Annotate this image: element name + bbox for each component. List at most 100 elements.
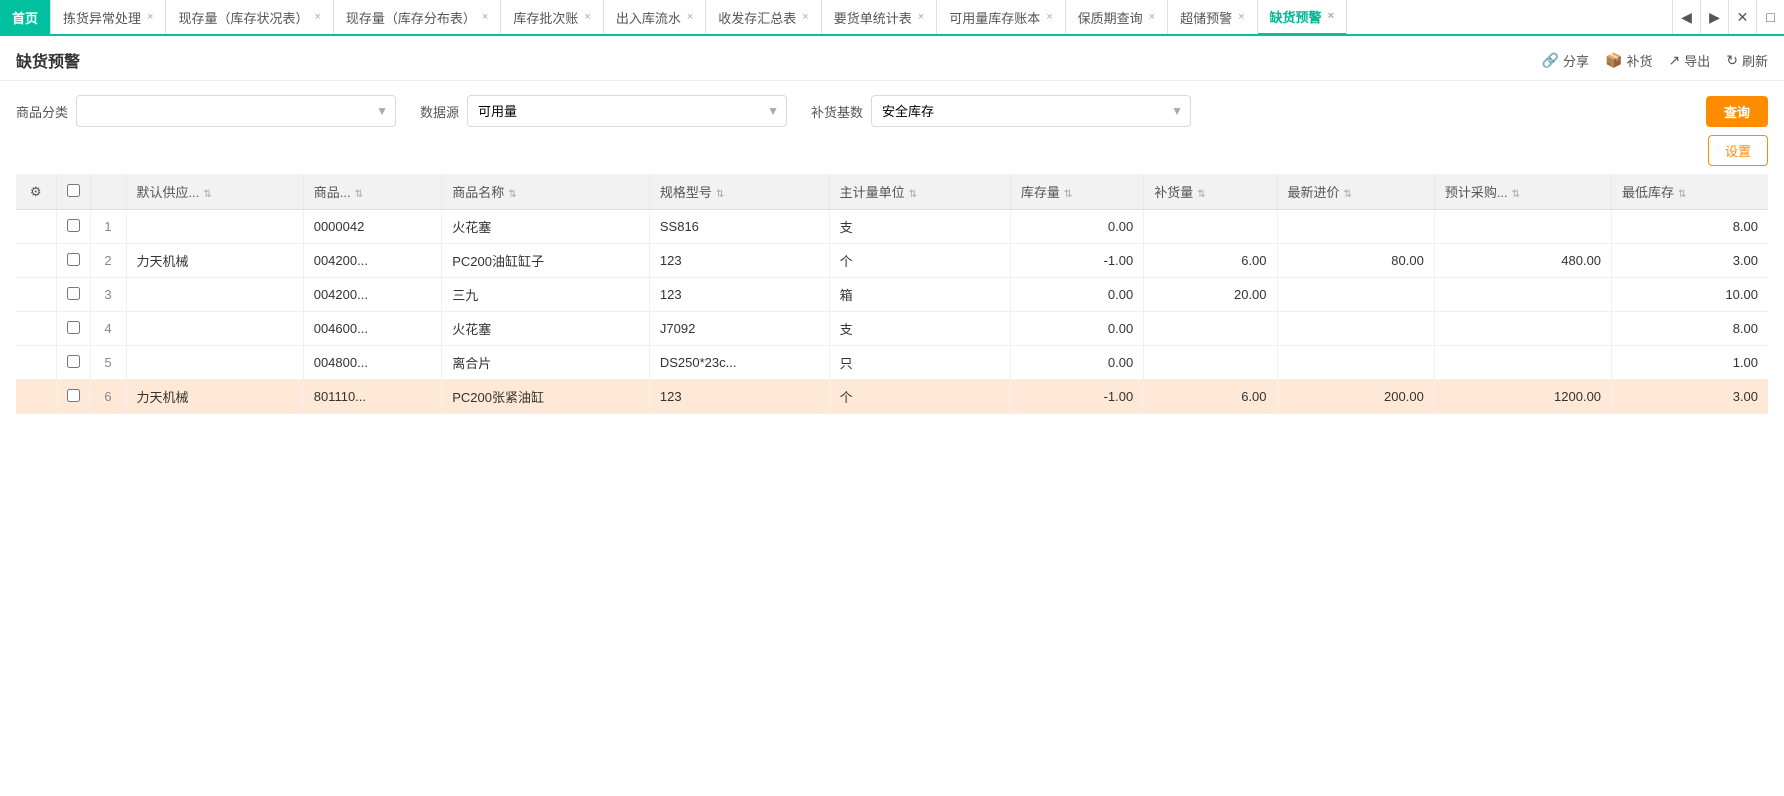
checkbox-input-3[interactable]: [67, 321, 80, 334]
share-button[interactable]: 🔗 分享: [1542, 51, 1589, 70]
sort-icon-stock: ⇅: [1064, 189, 1072, 200]
tab-collect_summary[interactable]: 收发存汇总表 ×: [706, 0, 821, 35]
tab-prev-button[interactable]: ◀: [1672, 0, 1700, 35]
cell-stock_qty-1: -1.00: [1010, 244, 1143, 278]
tab-nav-buttons: ◀ ▶ ✕ □: [1672, 0, 1784, 35]
sort-icon-spec: ⇅: [716, 189, 724, 200]
cell-product_code-1: 004200...: [303, 244, 442, 278]
table-container: ⚙ 默认供应...⇅ 商品...⇅ 商品名称⇅ 规格型号⇅ 主计量单位⇅ 库存量…: [0, 174, 1784, 430]
row-checkbox-4[interactable]: [56, 346, 90, 380]
share-icon: 🔗: [1542, 52, 1559, 69]
tab-maximize-button[interactable]: □: [1756, 0, 1784, 35]
row-checkbox-0[interactable]: [56, 210, 90, 244]
tab-stock_dist[interactable]: 现存量（库存分布表） ×: [334, 0, 501, 35]
cell-latest_price-5: 200.00: [1277, 380, 1434, 414]
export-icon: ↗: [1669, 52, 1681, 69]
cell-est_purchase-4: [1434, 346, 1611, 380]
cell-product_name-3: 火花塞: [442, 312, 650, 346]
category-select-wrapper: ▼: [76, 95, 396, 127]
tab-close-batch_account[interactable]: ×: [584, 11, 590, 23]
column-header-est-purchase[interactable]: 预计采购...⇅: [1434, 174, 1611, 210]
column-header-product-name[interactable]: 商品名称⇅: [442, 174, 650, 210]
replenish-button[interactable]: 📦 补货: [1605, 51, 1652, 70]
tab-batch_account[interactable]: 库存批次账 ×: [501, 0, 603, 35]
cell-unit-3: 支: [829, 312, 1010, 346]
tab-close-stock_dist[interactable]: ×: [482, 11, 488, 23]
checkbox-input-1[interactable]: [67, 253, 80, 266]
tab-shortage_warning[interactable]: 缺货预警 ×: [1258, 0, 1347, 35]
tab-close-available_ledger[interactable]: ×: [1046, 11, 1052, 23]
tab-order_stats[interactable]: 要货单统计表 ×: [822, 0, 937, 35]
cell-product_code-4: 004800...: [303, 346, 442, 380]
row-checkbox-3[interactable]: [56, 312, 90, 346]
checkbox-input-0[interactable]: [67, 219, 80, 232]
cell-default_supplier-4: [126, 346, 303, 380]
tab-next-button[interactable]: ▶: [1700, 0, 1728, 35]
cell-replenish_qty-0: [1144, 210, 1277, 244]
tab-inout_flow[interactable]: 出入库流水 ×: [604, 0, 706, 35]
query-button[interactable]: 查询: [1706, 96, 1768, 127]
tab-close-shortage_warning[interactable]: ×: [1328, 10, 1334, 22]
export-button[interactable]: ↗ 导出: [1669, 51, 1711, 70]
sort-icon-replenish: ⇅: [1197, 189, 1205, 200]
tab-close-button[interactable]: ✕: [1728, 0, 1756, 35]
tab-close-overstock_warning[interactable]: ×: [1238, 11, 1244, 23]
column-header-unit[interactable]: 主计量单位⇅: [829, 174, 1010, 210]
row-gear-0: [16, 210, 56, 244]
tab-expiry_query[interactable]: 保质期查询 ×: [1066, 0, 1168, 35]
cell-min_stock-5: 3.00: [1612, 380, 1768, 414]
settings-button[interactable]: 设置: [1708, 135, 1768, 166]
filter-area: 商品分类 ▼ 数据源 可用量 ▼ 补货基数 安全库存: [0, 81, 1784, 131]
tab-overstock_warning[interactable]: 超储预警 ×: [1168, 0, 1257, 35]
cell-product_name-1: PC200油缸缸子: [442, 244, 650, 278]
row-checkbox-2[interactable]: [56, 278, 90, 312]
tab-home[interactable]: 首页: [0, 0, 51, 35]
checkbox-input-5[interactable]: [67, 389, 80, 402]
category-select[interactable]: [76, 95, 396, 127]
cell-est_purchase-1: 480.00: [1434, 244, 1611, 278]
cell-product_name-0: 火花塞: [442, 210, 650, 244]
cell-min_stock-1: 3.00: [1612, 244, 1768, 278]
column-header-default-supplier[interactable]: 默认供应...⇅: [126, 174, 303, 210]
tab-close-picking_exception[interactable]: ×: [147, 11, 153, 23]
cell-product_code-2: 004200...: [303, 278, 442, 312]
tab-close-expiry_query[interactable]: ×: [1149, 11, 1155, 23]
tab-close-collect_summary[interactable]: ×: [802, 11, 808, 23]
refresh-button[interactable]: ↻ 刷新: [1726, 51, 1768, 70]
datasource-select[interactable]: 可用量: [467, 95, 787, 127]
cell-est_purchase-3: [1434, 312, 1611, 346]
replenish-base-filter-label: 补货基数: [811, 102, 863, 121]
column-header-min-stock[interactable]: 最低库存⇅: [1612, 174, 1768, 210]
column-header-latest-price[interactable]: 最新进价⇅: [1277, 174, 1434, 210]
cell-unit-5: 个: [829, 380, 1010, 414]
checkbox-input-4[interactable]: [67, 355, 80, 368]
cell-spec-2: 123: [649, 278, 829, 312]
column-header-gear[interactable]: ⚙: [16, 174, 56, 210]
tab-available_ledger[interactable]: 可用量库存账本 ×: [937, 0, 1065, 35]
cell-latest_price-0: [1277, 210, 1434, 244]
row-checkbox-5[interactable]: [56, 380, 90, 414]
tab-close-stock_status[interactable]: ×: [314, 11, 320, 23]
refresh-label: 刷新: [1742, 51, 1768, 70]
row-checkbox-1[interactable]: [56, 244, 90, 278]
replenish-base-select[interactable]: 安全库存: [871, 95, 1191, 127]
column-header-product-code[interactable]: 商品...⇅: [303, 174, 442, 210]
column-header-replenish-qty[interactable]: 补货量⇅: [1144, 174, 1277, 210]
tab-stock_status[interactable]: 现存量（库存状况表） ×: [166, 0, 333, 35]
cell-unit-2: 箱: [829, 278, 1010, 312]
column-header-checkbox: [56, 174, 90, 210]
checkbox-input-2[interactable]: [67, 287, 80, 300]
tab-close-inout_flow[interactable]: ×: [687, 11, 693, 23]
tab-bar: 首页拣货异常处理 ×现存量（库存状况表） ×现存量（库存分布表） ×库存批次账 …: [0, 0, 1784, 36]
cell-spec-4: DS250*23c...: [649, 346, 829, 380]
row-num-1: 2: [90, 244, 126, 278]
tab-close-order_stats[interactable]: ×: [918, 11, 924, 23]
select-all-checkbox[interactable]: [67, 184, 80, 197]
column-header-stock-qty[interactable]: 库存量⇅: [1010, 174, 1143, 210]
cell-product_code-0: 0000042: [303, 210, 442, 244]
sort-icon-code: ⇅: [355, 189, 363, 200]
cell-product_name-4: 离合片: [442, 346, 650, 380]
tab-picking_exception[interactable]: 拣货异常处理 ×: [51, 0, 166, 35]
cell-product_name-5: PC200张紧油缸: [442, 380, 650, 414]
column-header-spec[interactable]: 规格型号⇅: [649, 174, 829, 210]
